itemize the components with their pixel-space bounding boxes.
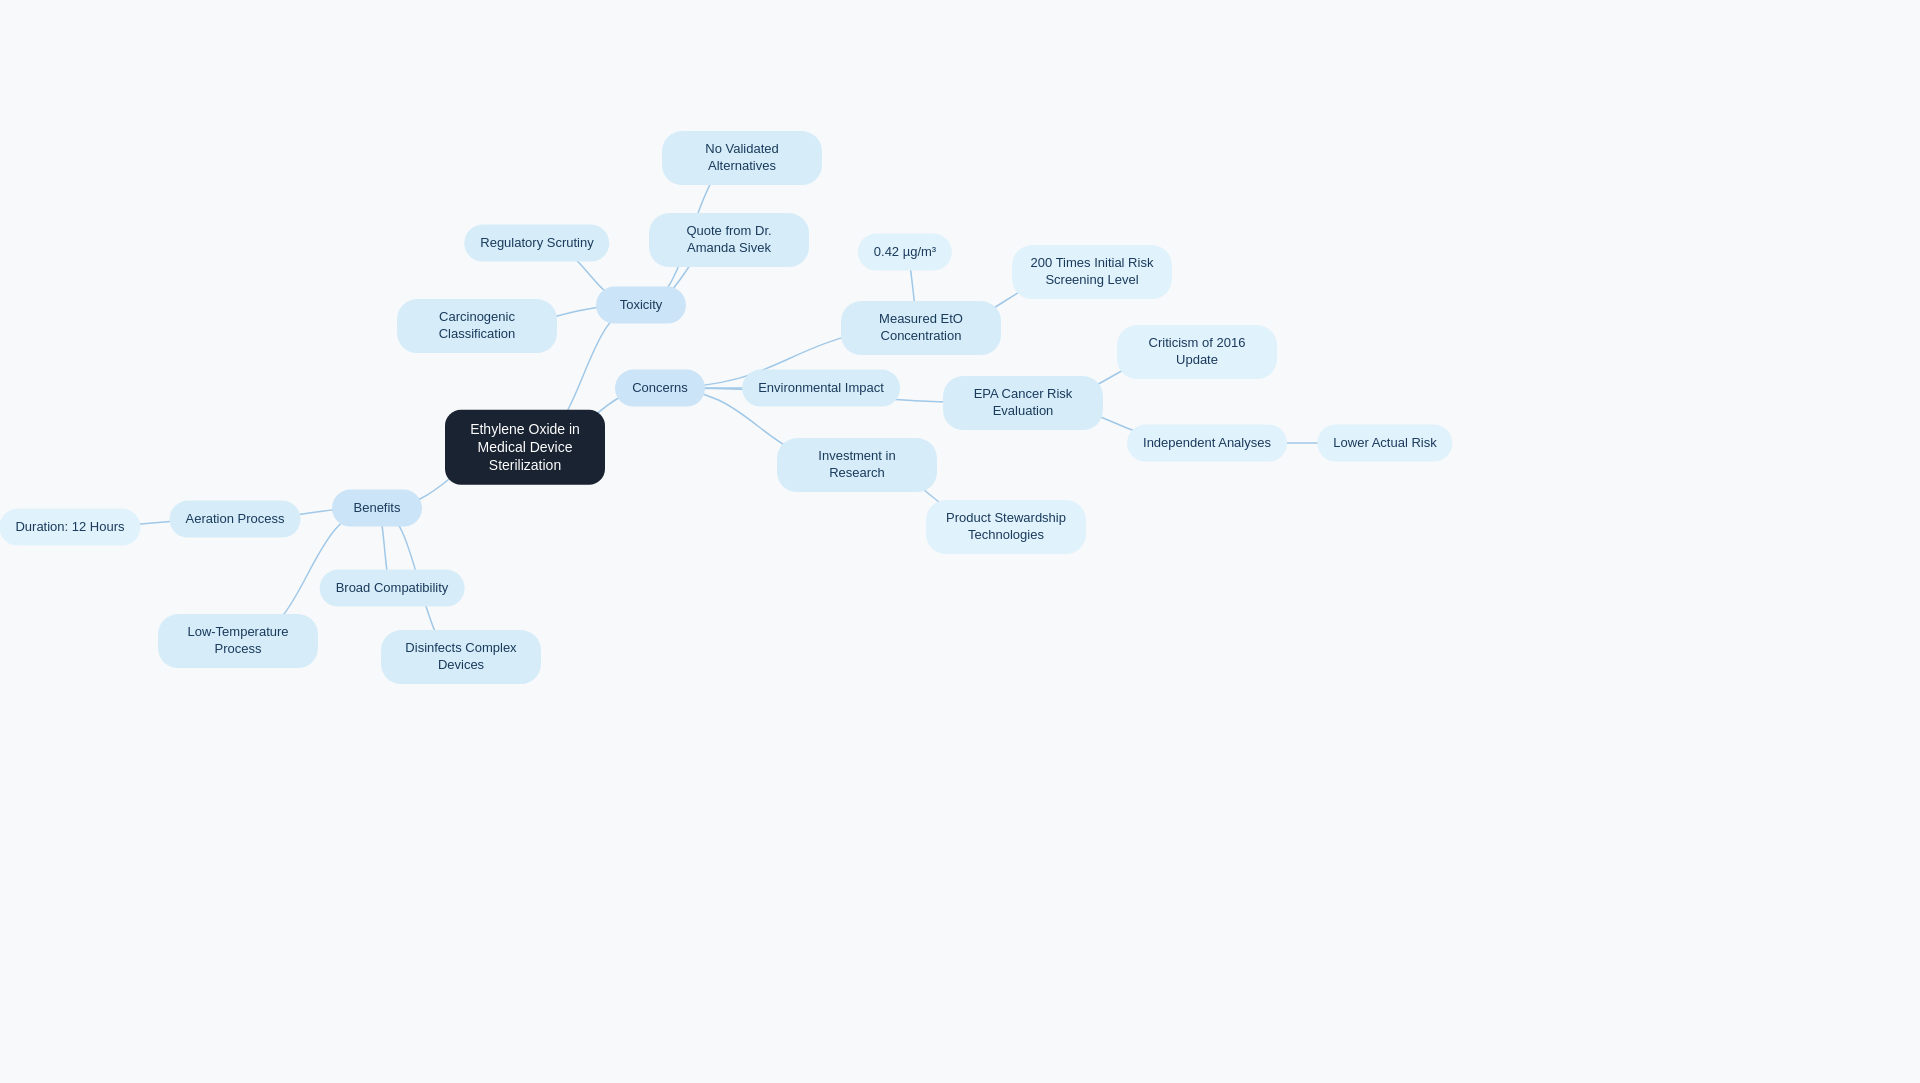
node-product_stewardship[interactable]: Product Stewardship Technologies: [926, 500, 1086, 554]
node-low_temperature[interactable]: Low-Temperature Process: [158, 614, 318, 668]
node-zero_pt_42[interactable]: 0.42 µg/m³: [858, 234, 952, 271]
node-duration_12[interactable]: Duration: 12 Hours: [0, 509, 141, 546]
node-toxicity[interactable]: Toxicity: [596, 287, 686, 324]
node-investment_research[interactable]: Investment in Research: [777, 438, 937, 492]
node-lower_actual_risk[interactable]: Lower Actual Risk: [1317, 425, 1452, 462]
node-aeration_process[interactable]: Aeration Process: [170, 501, 301, 538]
node-regulatory_scrutiny[interactable]: Regulatory Scrutiny: [464, 225, 609, 262]
node-measured_eto[interactable]: Measured EtO Concentration: [841, 301, 1001, 355]
node-environmental_impact[interactable]: Environmental Impact: [742, 370, 900, 407]
node-quote_amanda[interactable]: Quote from Dr. Amanda Sivek: [649, 213, 809, 267]
node-benefits[interactable]: Benefits: [332, 490, 422, 527]
node-epa_cancer_risk[interactable]: EPA Cancer Risk Evaluation: [943, 376, 1103, 430]
node-criticism_2016[interactable]: Criticism of 2016 Update: [1117, 325, 1277, 379]
node-no_validated_alternatives[interactable]: No Validated Alternatives: [662, 131, 822, 185]
node-central[interactable]: Ethylene Oxide in Medical Device Sterili…: [445, 410, 605, 485]
node-broad_compatibility[interactable]: Broad Compatibility: [320, 570, 465, 607]
node-carcinogenic_classification[interactable]: Carcinogenic Classification: [397, 299, 557, 353]
node-disinfects_complex[interactable]: Disinfects Complex Devices: [381, 630, 541, 684]
node-concerns[interactable]: Concerns: [615, 370, 705, 407]
node-independent_analyses[interactable]: Independent Analyses: [1127, 425, 1287, 462]
node-200_times[interactable]: 200 Times Initial Risk Screening Level: [1012, 245, 1172, 299]
